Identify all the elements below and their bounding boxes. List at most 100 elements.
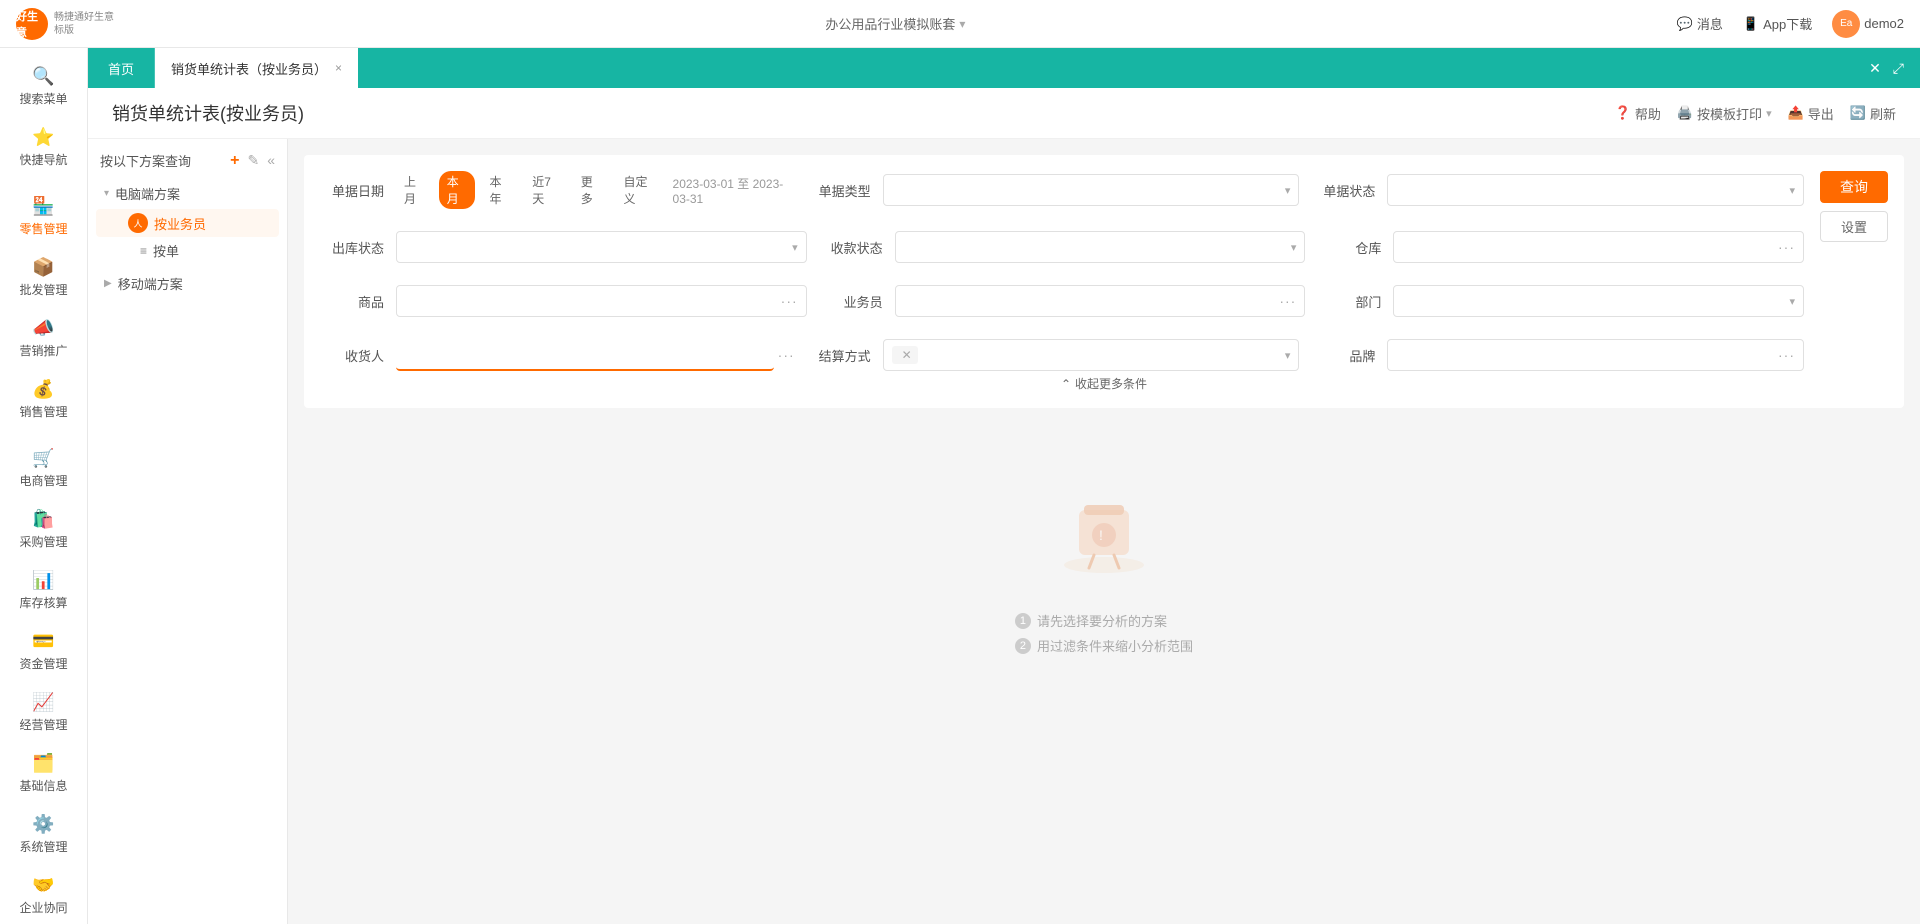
app-download-button[interactable]: 📱 App下载 bbox=[1743, 14, 1812, 33]
sidebar-item-label-wholesale: 批发管理 bbox=[19, 281, 67, 298]
sidebar-item-system[interactable]: ⚙️ 系统管理 bbox=[0, 804, 87, 865]
receipt-select[interactable]: ▾ bbox=[895, 231, 1306, 263]
app-download-label: App下载 bbox=[1763, 14, 1812, 33]
sidebar-item-wholesale[interactable]: 📦 批发管理 bbox=[0, 247, 87, 308]
collapse-panel-button[interactable]: « bbox=[267, 152, 275, 170]
sidebar-item-label-marketing: 营销推广 bbox=[19, 342, 67, 359]
dept-select[interactable]: ▾ bbox=[1393, 285, 1804, 317]
sidebar-item-finance[interactable]: 💳 资金管理 bbox=[0, 621, 87, 682]
warehouse-input[interactable]: ··· bbox=[1393, 231, 1804, 263]
salesperson-input[interactable]: ··· bbox=[895, 285, 1306, 317]
export-button[interactable]: 📤 导出 bbox=[1788, 104, 1834, 123]
status-select[interactable]: ▾ bbox=[1387, 174, 1804, 206]
main-layout: 🔍 搜索菜单 ⭐ 快捷导航 🏪 零售管理 📦 批发管理 📣 营销推广 💰 销售管… bbox=[0, 48, 1920, 924]
page-title: 销货单统计表(按业务员) bbox=[112, 100, 304, 138]
tree-by-order[interactable]: ≡ 按单 bbox=[96, 237, 279, 264]
query-button[interactable]: 查询 bbox=[1820, 171, 1888, 203]
warehouse-more-icon[interactable]: ··· bbox=[1778, 239, 1795, 255]
template-print-button[interactable]: 🖨️ 按模板打印 ▾ bbox=[1677, 104, 1772, 123]
sidebar-item-label-ecommerce: 电商管理 bbox=[19, 472, 67, 489]
empty-svg-icon: ! bbox=[1044, 480, 1164, 580]
content-area: 首页 销货单统计表（按业务员） × ✕ ⤢ 销货单统计表(按业务员) ❓ 帮助 … bbox=[88, 48, 1920, 924]
tab-close-button[interactable]: × bbox=[335, 61, 342, 75]
topbar-right: 💬 消息 📱 App下载 Ea demo2 bbox=[1677, 10, 1904, 38]
settlement-clear-icon[interactable]: ✕ bbox=[902, 348, 912, 362]
username-label: demo2 bbox=[1864, 16, 1904, 31]
sidebar-item-sales[interactable]: 💰 销售管理 bbox=[0, 369, 87, 430]
workspace-selector[interactable]: 办公用品行业模拟账套 ▾ bbox=[825, 14, 965, 33]
goods-more-icon[interactable]: ··· bbox=[781, 293, 798, 309]
date-last-7days[interactable]: 近7天 bbox=[524, 171, 567, 209]
inner-layout: 按以下方案查询 + ✎ « ▾ 电脑端方案 人 按业务员 bbox=[88, 139, 1920, 924]
receiver-more-icon[interactable]: ··· bbox=[778, 347, 795, 363]
add-scheme-button[interactable]: + bbox=[230, 152, 239, 170]
tree-by-order-label: 按单 bbox=[153, 241, 179, 260]
tree-expand-icon: ▾ bbox=[104, 188, 109, 199]
sidebar-item-ecommerce[interactable]: 🛒 电商管理 bbox=[0, 438, 87, 499]
settlement-dropdown-icon: ▾ bbox=[1285, 349, 1291, 362]
sidebar-item-label-inventory: 库存核算 bbox=[19, 594, 67, 611]
tip2-text: 用过滤条件来缩小分析范围 bbox=[1037, 636, 1193, 655]
brand-label: 品牌 bbox=[1311, 346, 1375, 365]
marketing-icon: 📣 bbox=[32, 318, 54, 339]
tree-pc-solution-label: 电脑端方案 bbox=[115, 184, 180, 203]
outbound-select[interactable]: ▾ bbox=[396, 231, 807, 263]
sidebar-item-inventory[interactable]: 📊 库存核算 bbox=[0, 560, 87, 621]
sidebar-item-search[interactable]: 🔍 搜索菜单 bbox=[0, 56, 87, 117]
collapse-button[interactable]: ⌃ 收起更多条件 bbox=[1061, 375, 1147, 392]
phone-icon: 📱 bbox=[1743, 16, 1759, 32]
date-last-month[interactable]: 上月 bbox=[396, 171, 433, 209]
filter-row-outbound: 出库状态 ▾ 收款状态 ▾ 仓库 bbox=[320, 231, 1804, 263]
filter-card: 单据日期 上月 本月 本年 近7天 更多 自定义 bbox=[304, 155, 1904, 408]
tab-active-label: 销货单统计表（按业务员） bbox=[171, 59, 327, 78]
user-area[interactable]: Ea demo2 bbox=[1832, 10, 1904, 38]
edit-scheme-button[interactable]: ✎ bbox=[247, 152, 259, 170]
tree-mobile-expand-icon: ▶ bbox=[104, 278, 112, 289]
empty-tip-2: 2 用过滤条件来缩小分析范围 bbox=[1015, 636, 1193, 655]
salesperson-more-icon[interactable]: ··· bbox=[1279, 293, 1296, 309]
tab-maximize-icon[interactable]: ⤢ bbox=[1893, 60, 1904, 77]
tab-sales-report[interactable]: 销货单统计表（按业务员） × bbox=[155, 48, 358, 88]
type-select[interactable]: ▾ bbox=[883, 174, 1300, 206]
brand-more-icon[interactable]: ··· bbox=[1778, 347, 1795, 363]
sidebar-item-basic[interactable]: 🗂️ 基础信息 bbox=[0, 743, 87, 804]
dept-dropdown-icon: ▾ bbox=[1789, 295, 1795, 308]
sidebar-item-operation[interactable]: 📈 经营管理 bbox=[0, 682, 87, 743]
settlement-select[interactable]: ✕ ▾ bbox=[883, 339, 1300, 371]
date-custom[interactable]: 自定义 bbox=[615, 171, 662, 209]
workspace-dropdown-icon[interactable]: ▾ bbox=[959, 17, 965, 31]
goods-input[interactable]: ··· bbox=[396, 285, 807, 317]
print-icon: 🖨️ bbox=[1677, 105, 1693, 121]
help-button[interactable]: ❓ 帮助 bbox=[1615, 104, 1661, 123]
empty-tips: 1 请先选择要分析的方案 2 用过滤条件来缩小分析范围 bbox=[1015, 611, 1193, 655]
settlement-tag: ✕ bbox=[892, 346, 918, 364]
tab-minimize-icon[interactable]: ✕ bbox=[1869, 60, 1881, 77]
tab-home[interactable]: 首页 bbox=[88, 48, 155, 88]
empty-tip-1: 1 请先选择要分析的方案 bbox=[1015, 611, 1193, 630]
salesperson-label: 业务员 bbox=[819, 292, 883, 311]
date-shortcuts: 上月 本月 本年 近7天 更多 自定义 2023-03-01 至 2023-03… bbox=[396, 171, 795, 209]
sidebar-item-marketing[interactable]: 📣 营销推广 bbox=[0, 308, 87, 369]
sidebar-item-quick-nav[interactable]: ⭐ 快捷导航 bbox=[0, 117, 87, 178]
date-more[interactable]: 更多 bbox=[573, 171, 610, 209]
sidebar-item-label-purchase: 采购管理 bbox=[19, 533, 67, 550]
setup-button[interactable]: 设置 bbox=[1820, 211, 1888, 242]
export-icon: 📤 bbox=[1788, 105, 1804, 121]
sidebar-item-enterprise[interactable]: 🤝 企业协同 bbox=[0, 865, 87, 924]
refresh-button[interactable]: 🔄 刷新 bbox=[1850, 104, 1896, 123]
sidebar-item-purchase[interactable]: 🛍️ 采购管理 bbox=[0, 499, 87, 560]
date-range-display: 2023-03-01 至 2023-03-31 bbox=[673, 175, 795, 206]
tree-salesperson[interactable]: 人 按业务员 bbox=[96, 209, 279, 237]
tab-home-label: 首页 bbox=[108, 59, 134, 78]
collapse-label: 收起更多条件 bbox=[1075, 375, 1147, 392]
brand-input[interactable]: ··· bbox=[1387, 339, 1804, 371]
tree-mobile-solution[interactable]: ▶ 移动端方案 bbox=[96, 268, 279, 299]
date-this-month[interactable]: 本月 bbox=[439, 171, 476, 209]
sidebar-item-retail[interactable]: 🏪 零售管理 bbox=[0, 186, 87, 247]
tree-pc-solution[interactable]: ▾ 电脑端方案 bbox=[96, 178, 279, 209]
date-this-year[interactable]: 本年 bbox=[481, 171, 518, 209]
receiver-input[interactable] bbox=[396, 339, 774, 371]
message-button[interactable]: 💬 消息 bbox=[1677, 14, 1723, 33]
date-field: 上月 本月 本年 近7天 更多 自定义 2023-03-01 至 2023-03… bbox=[396, 171, 795, 209]
basic-icon: 🗂️ bbox=[32, 753, 54, 774]
